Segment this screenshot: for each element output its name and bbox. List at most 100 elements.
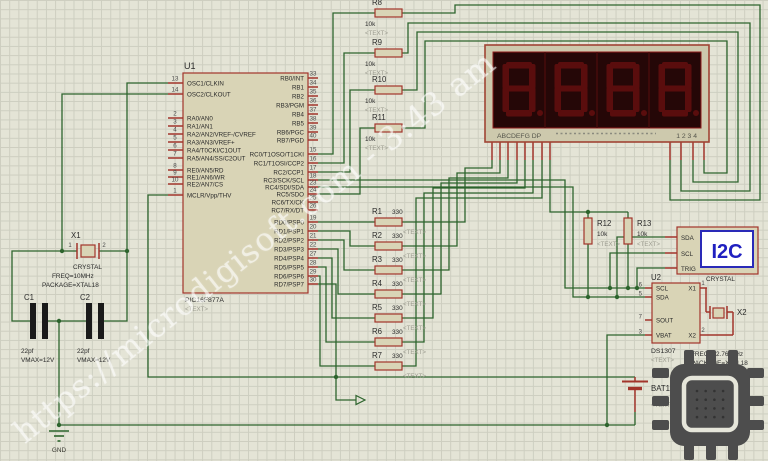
u1-pin-name: RB7/PGD xyxy=(277,137,305,144)
u1-pin-name: RB3/PGM xyxy=(276,102,304,109)
u1-pin-number: 8 xyxy=(173,163,177,170)
i2c-pin-label: SDA xyxy=(681,235,695,242)
u2-pin-name: SDA xyxy=(656,294,670,301)
seven-segment-display[interactable] xyxy=(484,44,710,143)
resistor-ref-label: R13 xyxy=(637,219,651,228)
resistor-r7-body[interactable] xyxy=(374,361,403,371)
i2c-pin-label: TRIG xyxy=(681,266,696,273)
u1-pin-number: 24 xyxy=(310,187,317,194)
x1-package-label: PACKAGE=XTAL18 xyxy=(42,282,99,289)
u1-pin-name: RA1/AN1 xyxy=(187,123,213,130)
u1-pin-name: RE1/AN6/WR xyxy=(187,174,225,181)
cap-c1-body[interactable] xyxy=(30,303,36,339)
u1-pin-name: MCLR/Vpp/THV xyxy=(187,192,232,199)
u1-pin-name: OSC2/CLKOUT xyxy=(187,91,231,98)
resistor-value-label: 330 xyxy=(392,281,403,288)
resistor-r6-body[interactable] xyxy=(374,337,403,347)
u1-pin-number: 22 xyxy=(310,242,317,249)
resistor-value-label: 10k xyxy=(365,21,376,28)
resistor-ref-label: R1 xyxy=(372,207,382,216)
u1-pin-number: 28 xyxy=(310,260,317,267)
u1-pin-number: 39 xyxy=(310,125,317,132)
u1-pin-name: RB0/INT xyxy=(280,75,304,82)
u1-pin-name: RB1 xyxy=(292,84,305,91)
resistor-value-label: 330 xyxy=(392,305,403,312)
crystal-x1-body[interactable] xyxy=(80,244,96,258)
resistor-r12-body[interactable] xyxy=(583,217,593,245)
resistor-r2-body[interactable] xyxy=(374,241,403,251)
resistor-value-label: 10k xyxy=(365,98,376,105)
resistor-r3-body[interactable] xyxy=(374,265,403,275)
u1-pin-name: RD2/PSP2 xyxy=(274,237,304,244)
u2-pin-number: 1 xyxy=(701,281,705,287)
c2-ref-label: C2 xyxy=(80,293,90,302)
u2-ref-label: U2 xyxy=(651,273,661,282)
cap-c2-body[interactable] xyxy=(86,303,92,339)
resistor-note-label: <TEXT> xyxy=(365,145,388,152)
u2-part-label: DS1307 xyxy=(651,348,676,355)
resistor-ref-label: R9 xyxy=(372,38,382,47)
u1-pin-number: 10 xyxy=(172,177,179,184)
c2-value-label: 22pf xyxy=(77,348,90,355)
resistor-value-label: 330 xyxy=(392,257,403,264)
gnd-label: GND xyxy=(52,447,67,454)
resistor-value-label: 330 xyxy=(392,329,403,336)
u1-note-label: <TEXT> xyxy=(185,306,208,313)
u1-pin-name: RA4/T0CKI/C1OUT xyxy=(187,147,241,154)
resistor-ref-label: R3 xyxy=(372,255,382,264)
resistor-r11-body[interactable] xyxy=(374,123,403,133)
u2-pin-name: X2 xyxy=(688,332,696,339)
resistor-r4-body[interactable] xyxy=(374,289,403,299)
u1-pin-number: 17 xyxy=(310,165,317,172)
resistor-note-label: <TEXT> xyxy=(637,241,660,248)
resistor-r8-body[interactable] xyxy=(374,8,403,18)
u1-pin-name: RB2 xyxy=(292,93,305,100)
resistor-ref-label: R6 xyxy=(372,327,382,336)
u1-pin-name: RB4 xyxy=(292,111,305,118)
u1-pin-number: 30 xyxy=(310,277,317,284)
u1-pin-number: 21 xyxy=(310,233,317,240)
u1-pin-name: RE0/AN5/RD xyxy=(187,167,224,174)
u2-note-label: <TEXT> xyxy=(651,357,674,364)
resistor-note-label: <TEXT> xyxy=(403,373,426,380)
u1-pin-number: 36 xyxy=(310,98,317,105)
u1-pin-number: 20 xyxy=(310,224,317,231)
resistor-ref-label: R4 xyxy=(372,279,383,288)
u1-pin-name: RC5/SDO xyxy=(276,191,304,198)
resistor-r1-body[interactable] xyxy=(374,217,403,227)
x1-pin-number: 1 xyxy=(68,243,72,249)
resistor-ref-label: R2 xyxy=(372,231,382,240)
resistor-value-label: 330 xyxy=(392,353,403,360)
u1-pin-number: 16 xyxy=(310,156,317,163)
u1-pin-name: RB5 xyxy=(292,120,305,127)
resistor-value-label: 330 xyxy=(392,233,403,240)
resistor-r5-body[interactable] xyxy=(374,313,403,323)
x1-type-label: CRYSTAL xyxy=(73,264,102,271)
crystal-x2-body[interactable] xyxy=(712,307,725,319)
u1-pin-name: RD0/PSP0 xyxy=(274,219,304,226)
u1-pin-name: RD4/PSP4 xyxy=(274,255,304,262)
u1-pin-name: RC2/CCP1 xyxy=(273,169,304,176)
u1-pin-number: 34 xyxy=(310,80,317,87)
u1-pin-name: RA2/AN2/VREF-/CVREF xyxy=(187,131,256,138)
u1-pin-name: OSC1/CLKIN xyxy=(187,80,224,87)
u1-pin-number: 13 xyxy=(172,76,179,83)
resistor-r9-body[interactable] xyxy=(374,48,403,58)
u1-pin-number: 2 xyxy=(173,111,177,118)
u1-pin-name: RC1/T1OSI/CCP2 xyxy=(254,160,305,167)
u1-pin-number: 23 xyxy=(310,180,317,187)
u1-pin-number: 7 xyxy=(173,151,177,158)
u1-pin-name: RD7/PSP7 xyxy=(274,281,304,288)
u1-pin-name: RD3/PSP3 xyxy=(274,246,304,253)
u1-pin-number: 14 xyxy=(172,87,179,94)
u1-pin-number: 1 xyxy=(173,188,177,195)
u1-pin-number: 35 xyxy=(310,89,317,96)
resistor-ref-label: R11 xyxy=(372,113,386,122)
resistor-r10-body[interactable] xyxy=(374,85,403,95)
x1-pin-number: 2 xyxy=(102,243,106,249)
resistor-ref-label: R7 xyxy=(372,351,382,360)
resistor-r13-body[interactable] xyxy=(623,217,633,245)
schematic-canvas: U1 PIC16F877A <TEXT> 13 OSC1/CLKIN 14 OSC2/CLK… xyxy=(0,0,768,461)
resistor-ref-label: R10 xyxy=(372,75,387,84)
c1-ref-label: C1 xyxy=(24,293,34,302)
